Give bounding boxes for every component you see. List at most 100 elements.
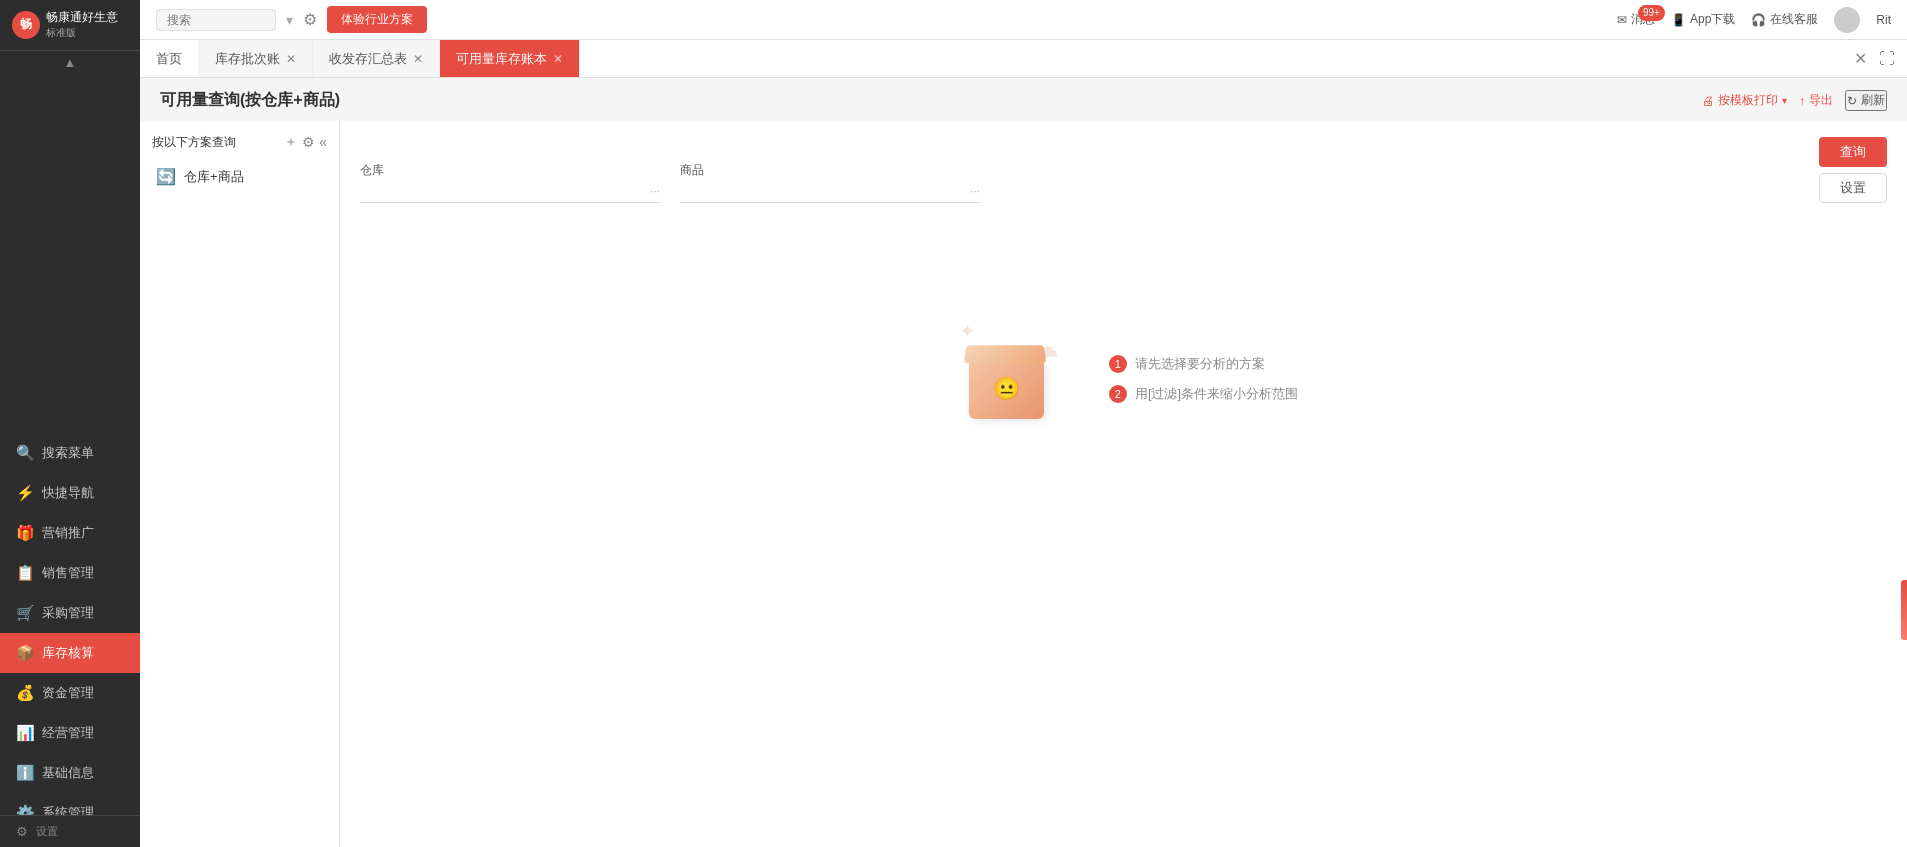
box-face: 😐	[993, 376, 1020, 402]
search-icon: 🔍	[16, 444, 34, 462]
warehouse-filter: 仓库 ···	[360, 162, 660, 203]
query-panel: 仓库 ··· 商品 ···	[340, 121, 1907, 847]
fullscreen-tab-button[interactable]: ⛶	[1875, 48, 1899, 70]
inventory-icon: 📦	[16, 644, 34, 662]
sidebar-item-finance[interactable]: 💰 资金管理	[0, 673, 140, 713]
empty-hints: 1 请先选择要分析的方案 2 用[过滤]条件来缩小分析范围	[1109, 355, 1298, 403]
empty-illustration: ☁ 😐 ✦	[949, 319, 1069, 439]
tab-stock-summary[interactable]: 收发存汇总表 ✕	[313, 40, 440, 77]
username-label[interactable]: Rit	[1876, 13, 1891, 27]
shortcut-icon: ⚡	[16, 484, 34, 502]
sidebar-item-inventory[interactable]: 📦 库存核算	[0, 633, 140, 673]
sidebar-item-sales[interactable]: 📋 销售管理	[0, 553, 140, 593]
page-header: 可用量查询(按仓库+商品) 🖨 按模板打印 ▾ ↑ 导出 ↻ 刷新	[140, 78, 1907, 121]
tab-home[interactable]: 首页	[140, 40, 199, 77]
topbar-right: ✉ 消息 99+ 📱 App下载 🎧 在线客服 Rit	[1617, 7, 1891, 33]
filter-scheme-panel: 按以下方案查询 ＋ ⚙ « 🔄 仓库+商品	[140, 121, 340, 847]
filter-scheme-title: 按以下方案查询	[152, 134, 236, 151]
settings-gear-icon: ⚙	[16, 824, 28, 839]
hint-item-1: 1 请先选择要分析的方案	[1109, 355, 1298, 373]
refresh-button[interactable]: ↻ 刷新	[1845, 90, 1887, 111]
close-tab-button[interactable]: ✕	[1850, 47, 1871, 70]
product-input[interactable]	[680, 183, 970, 198]
tab-close-available-stock[interactable]: ✕	[553, 52, 563, 66]
hint-text-2: 用[过滤]条件来缩小分析范围	[1135, 385, 1298, 403]
sidebar-scroll-up[interactable]: ▲	[0, 51, 140, 74]
topbar-search-input[interactable]	[156, 9, 276, 31]
settings-button[interactable]: 设置	[1819, 173, 1887, 203]
app-download-button[interactable]: 📱 App下载	[1671, 11, 1735, 28]
box-top	[964, 345, 1047, 363]
query-button[interactable]: 查询	[1819, 137, 1887, 167]
sidebar-bottom-settings[interactable]: ⚙ 设置	[0, 815, 140, 847]
warehouse-label: 仓库	[360, 162, 660, 179]
scheme-item-icon: 🔄	[156, 167, 176, 186]
hint-num-2: 2	[1109, 385, 1127, 403]
info-icon: ℹ️	[16, 764, 34, 782]
tab-batch-account[interactable]: 库存批次账 ✕	[199, 40, 313, 77]
box-body: 😐	[969, 359, 1044, 419]
purchase-icon: 🛒	[16, 604, 34, 622]
export-icon: ↑	[1799, 94, 1805, 108]
mobile-icon: 📱	[1671, 13, 1686, 27]
sidebar-item-search[interactable]: 🔍 搜索菜单	[0, 433, 140, 473]
sidebar: 畅 畅康通好生意 标准版 ▲ 🔍 搜索菜单 ⚡ 快捷导航 🎁 营销推广 📋 销售…	[0, 0, 140, 847]
sidebar-nav: ▲	[0, 51, 140, 433]
edit-scheme-button[interactable]: ⚙	[302, 133, 315, 151]
add-scheme-button[interactable]: ＋	[284, 133, 298, 151]
headset-icon: 🎧	[1751, 13, 1766, 27]
sales-icon: 📋	[16, 564, 34, 582]
tab-available-stock[interactable]: 可用量库存账本 ✕	[440, 40, 580, 77]
content-area: 按以下方案查询 ＋ ⚙ « 🔄 仓库+商品 仓库	[140, 121, 1907, 847]
sidebar-logo: 畅 畅康通好生意 标准版	[0, 0, 140, 51]
product-label: 商品	[680, 162, 980, 179]
product-more-icon[interactable]: ···	[970, 184, 980, 198]
topbar-left: ▾ ⚙ 体验行业方案	[156, 6, 427, 33]
topbar-gear-icon[interactable]: ⚙	[303, 10, 317, 29]
user-avatar[interactable]	[1834, 7, 1860, 33]
trial-industry-button[interactable]: 体验行业方案	[327, 6, 427, 33]
topbar: ▾ ⚙ 体验行业方案 ✉ 消息 99+ 📱 App下载 🎧 在线客服 Rit	[140, 0, 1907, 40]
product-filter: 商品 ···	[680, 162, 980, 203]
finance-icon: 💰	[16, 684, 34, 702]
message-icon: ✉	[1617, 13, 1627, 27]
app-badge: 标准版	[46, 26, 118, 40]
sidebar-item-system[interactable]: ⚙️ 系统管理	[0, 793, 140, 815]
export-button[interactable]: ↑ 导出	[1799, 92, 1833, 109]
tab-close-batch[interactable]: ✕	[286, 52, 296, 66]
collapse-scheme-button[interactable]: «	[319, 133, 327, 151]
filter-scheme-actions: ＋ ⚙ «	[284, 133, 327, 151]
sidebar-item-shortcut[interactable]: ⚡ 快捷导航	[0, 473, 140, 513]
message-button[interactable]: ✉ 消息 99+	[1617, 11, 1655, 28]
empty-state: ☁ 😐 ✦ 1 请先选择要分析的方案	[360, 219, 1887, 439]
filter-scheme-header: 按以下方案查询 ＋ ⚙ «	[140, 133, 339, 159]
refresh-icon: ↻	[1847, 94, 1857, 108]
print-icon: 🖨	[1702, 94, 1714, 108]
tabbar: 首页 库存批次账 ✕ 收发存汇总表 ✕ 可用量库存账本 ✕ ✕ ⛶	[140, 40, 1907, 78]
app-name: 畅康通好生意	[46, 10, 118, 26]
sidebar-item-basic-info[interactable]: ℹ️ 基础信息	[0, 753, 140, 793]
sidebar-item-operations[interactable]: 📊 经营管理	[0, 713, 140, 753]
hint-text-1: 请先选择要分析的方案	[1135, 355, 1265, 373]
online-service-button[interactable]: 🎧 在线客服	[1751, 11, 1818, 28]
sidebar-item-purchase[interactable]: 🛒 采购管理	[0, 593, 140, 633]
sidebar-item-marketing[interactable]: 🎁 营销推广	[0, 513, 140, 553]
scrollbar-hint[interactable]	[1901, 580, 1907, 640]
page-header-actions: 🖨 按模板打印 ▾ ↑ 导出 ↻ 刷新	[1702, 90, 1887, 111]
scheme-item-warehouse-product[interactable]: 🔄 仓库+商品	[140, 159, 339, 194]
query-action-buttons: 查询 设置	[1819, 137, 1887, 203]
system-icon: ⚙️	[16, 804, 34, 815]
warehouse-input[interactable]	[360, 183, 650, 198]
scheme-item-label: 仓库+商品	[184, 168, 244, 186]
app-logo-icon: 畅	[12, 11, 40, 39]
tab-close-stock-summary[interactable]: ✕	[413, 52, 423, 66]
query-filters-row: 仓库 ··· 商品 ···	[360, 137, 1887, 219]
print-template-button[interactable]: 🖨 按模板打印 ▾	[1702, 92, 1787, 109]
main-content: ▾ ⚙ 体验行业方案 ✉ 消息 99+ 📱 App下载 🎧 在线客服 Rit	[140, 0, 1907, 847]
message-badge: 99+	[1638, 5, 1665, 21]
warehouse-more-icon[interactable]: ···	[650, 184, 660, 198]
gift-icon: 🎁	[16, 524, 34, 542]
sparkle-decoration: ✦	[959, 319, 976, 343]
topbar-dropdown-arrow[interactable]: ▾	[286, 12, 293, 28]
page-title: 可用量查询(按仓库+商品)	[160, 90, 340, 111]
